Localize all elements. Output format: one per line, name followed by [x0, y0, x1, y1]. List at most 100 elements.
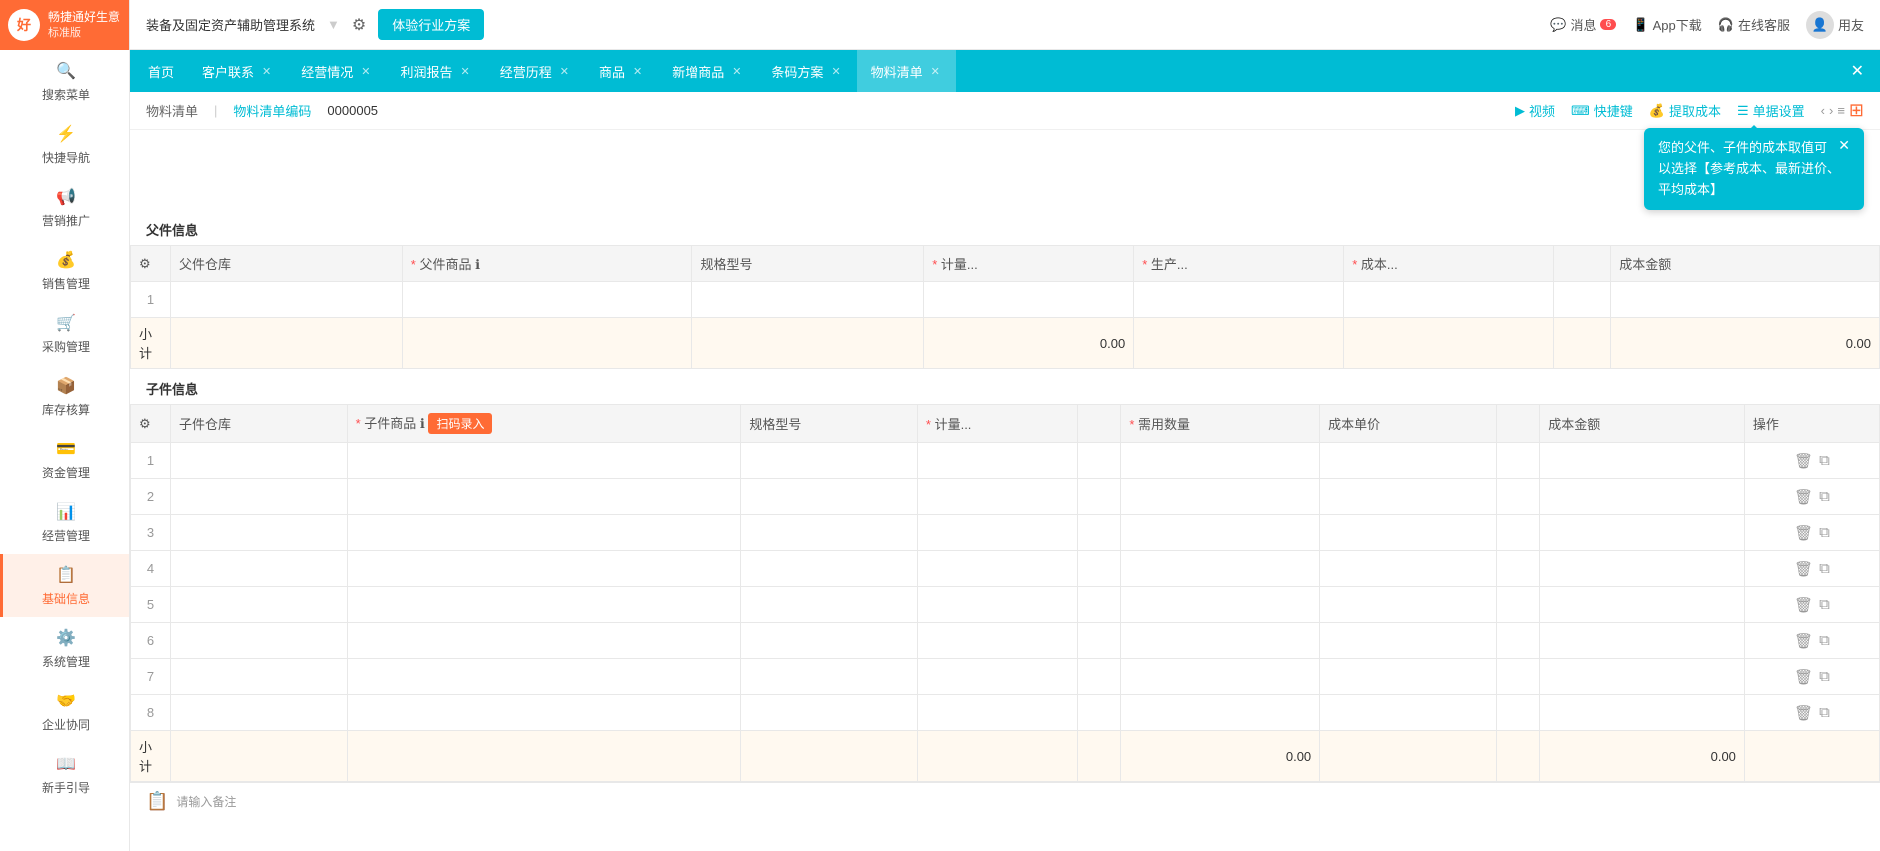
child-quantity-1[interactable]: [1121, 443, 1320, 479]
child-spec-4[interactable]: [741, 551, 918, 587]
copy-icon-6[interactable]: ⧉: [1819, 632, 1830, 649]
child-warehouse-3[interactable]: [171, 515, 348, 551]
child-quantity-2[interactable]: [1121, 479, 1320, 515]
child-warehouse-5[interactable]: [171, 587, 348, 623]
child-quantity-4[interactable]: [1121, 551, 1320, 587]
child-unit-2[interactable]: [917, 479, 1077, 515]
delete-icon-1[interactable]: 🗑: [1794, 452, 1813, 470]
delete-icon-4[interactable]: 🗑: [1794, 560, 1813, 578]
app-download-btn[interactable]: 📱 App下载: [1632, 15, 1701, 34]
scan-btn[interactable]: 扫码录入: [428, 413, 492, 434]
child-unit-price-8[interactable]: [1320, 695, 1497, 731]
tab-close-icon[interactable]: ✕: [260, 63, 273, 80]
child-unit-7[interactable]: [917, 659, 1077, 695]
tab-close-icon[interactable]: ✕: [829, 63, 842, 80]
child-quantity-6[interactable]: [1121, 623, 1320, 659]
sidebar-item-销售管理[interactable]: 💰 销售管理: [0, 239, 129, 302]
child-unit-price-2[interactable]: [1320, 479, 1497, 515]
sidebar-item-采购管理[interactable]: 🛒 采购管理: [0, 302, 129, 365]
nav-tab-条码方案[interactable]: 条码方案 ✕: [757, 50, 856, 92]
child-warehouse-7[interactable]: [171, 659, 348, 695]
delete-icon-8[interactable]: 🗑: [1794, 704, 1813, 722]
prev-btn[interactable]: ‹: [1821, 103, 1825, 118]
copy-icon-7[interactable]: ⧉: [1819, 668, 1830, 685]
delete-icon-3[interactable]: 🗑: [1794, 524, 1813, 542]
sidebar-item-系统管理[interactable]: ⚙️ 系统管理: [0, 617, 129, 680]
child-spec-2[interactable]: [741, 479, 918, 515]
nav-tab-经营情况[interactable]: 经营情况 ✕: [287, 50, 386, 92]
child-unit-price-5[interactable]: [1320, 587, 1497, 623]
parent-spec-1[interactable]: [692, 282, 924, 318]
list-view-btn[interactable]: ≡: [1837, 103, 1845, 118]
child-unit-price-7[interactable]: [1320, 659, 1497, 695]
child-spec-5[interactable]: [741, 587, 918, 623]
nav-tab-首页[interactable]: 首页: [134, 50, 188, 92]
sidebar-item-经营管理[interactable]: 📊 经营管理: [0, 491, 129, 554]
child-unit-4[interactable]: [917, 551, 1077, 587]
nav-tab-经营历程[interactable]: 经营历程 ✕: [486, 50, 585, 92]
child-unit-8[interactable]: [917, 695, 1077, 731]
nav-tab-商品[interactable]: 商品 ✕: [585, 50, 658, 92]
child-unit-price-1[interactable]: [1320, 443, 1497, 479]
nav-tab-利润报告[interactable]: 利润报告 ✕: [386, 50, 485, 92]
child-product-1[interactable]: [347, 443, 741, 479]
delete-icon-5[interactable]: 🗑: [1794, 596, 1813, 614]
online-service-btn[interactable]: 🎧 在线客服: [1718, 15, 1790, 34]
parent-product-1[interactable]: [402, 282, 692, 318]
copy-icon-8[interactable]: ⧉: [1819, 704, 1830, 721]
child-unit-price-3[interactable]: [1320, 515, 1497, 551]
parent-cost-1[interactable]: [1344, 282, 1554, 318]
shortcut-action[interactable]: ⌨ 快捷键: [1571, 101, 1633, 120]
child-warehouse-6[interactable]: [171, 623, 348, 659]
copy-icon-4[interactable]: ⧉: [1819, 560, 1830, 577]
child-unit-price-4[interactable]: [1320, 551, 1497, 587]
sidebar-item-基础信息[interactable]: 📋 基础信息: [0, 554, 129, 617]
child-spec-7[interactable]: [741, 659, 918, 695]
parent-production-1[interactable]: [1134, 282, 1344, 318]
parent-warehouse-1[interactable]: [171, 282, 403, 318]
cost-action[interactable]: 💰 提取成本: [1649, 101, 1721, 120]
nav-tab-新增商品[interactable]: 新增商品 ✕: [658, 50, 757, 92]
tab-close-icon[interactable]: ✕: [929, 63, 942, 80]
tab-close-icon[interactable]: ✕: [558, 63, 571, 80]
child-unit-price-6[interactable]: [1320, 623, 1497, 659]
child-warehouse-4[interactable]: [171, 551, 348, 587]
copy-icon-5[interactable]: ⧉: [1819, 596, 1830, 613]
child-product-8[interactable]: [347, 695, 741, 731]
child-unit-5[interactable]: [917, 587, 1077, 623]
copy-icon-1[interactable]: ⧉: [1819, 452, 1830, 469]
child-product-2[interactable]: [347, 479, 741, 515]
child-spec-6[interactable]: [741, 623, 918, 659]
copy-icon-3[interactable]: ⧉: [1819, 524, 1830, 541]
tab-close-icon[interactable]: ✕: [359, 63, 372, 80]
sidebar-item-营销推广[interactable]: 📢 营销推广: [0, 176, 129, 239]
copy-icon-2[interactable]: ⧉: [1819, 488, 1830, 505]
child-warehouse-1[interactable]: [171, 443, 348, 479]
child-spec-1[interactable]: [741, 443, 918, 479]
breadcrumb-item-1[interactable]: 物料清单: [146, 101, 198, 120]
parent-unit-1[interactable]: [924, 282, 1134, 318]
tab-close-icon[interactable]: ✕: [631, 63, 644, 80]
child-product-3[interactable]: [347, 515, 741, 551]
gear-icon[interactable]: ⚙: [352, 15, 366, 35]
child-unit-6[interactable]: [917, 623, 1077, 659]
child-product-6[interactable]: [347, 623, 741, 659]
nav-tab-客户联系[interactable]: 客户联系 ✕: [188, 50, 287, 92]
child-product-7[interactable]: [347, 659, 741, 695]
delete-icon-2[interactable]: 🗑: [1794, 488, 1813, 506]
child-quantity-7[interactable]: [1121, 659, 1320, 695]
sidebar-item-资金管理[interactable]: 💳 资金管理: [0, 428, 129, 491]
sidebar-item-新手引导[interactable]: 📖 新手引导: [0, 743, 129, 806]
expand-btn[interactable]: ⊞: [1849, 100, 1864, 121]
delete-icon-6[interactable]: 🗑: [1794, 632, 1813, 650]
user-menu-btn[interactable]: 👤 用友: [1806, 11, 1864, 39]
sidebar-item-快捷导航[interactable]: ⚡ 快捷导航: [0, 113, 129, 176]
sidebar-item-企业协同[interactable]: 🤝 企业协同: [0, 680, 129, 743]
parent-col-settings[interactable]: ⚙: [131, 246, 171, 282]
delete-icon-7[interactable]: 🗑: [1794, 668, 1813, 686]
trial-btn[interactable]: 体验行业方案: [378, 9, 484, 40]
settings-action[interactable]: ☰ 单据设置: [1737, 101, 1805, 120]
tab-close-icon[interactable]: ✕: [459, 63, 472, 80]
child-product-5[interactable]: [347, 587, 741, 623]
child-product-4[interactable]: [347, 551, 741, 587]
